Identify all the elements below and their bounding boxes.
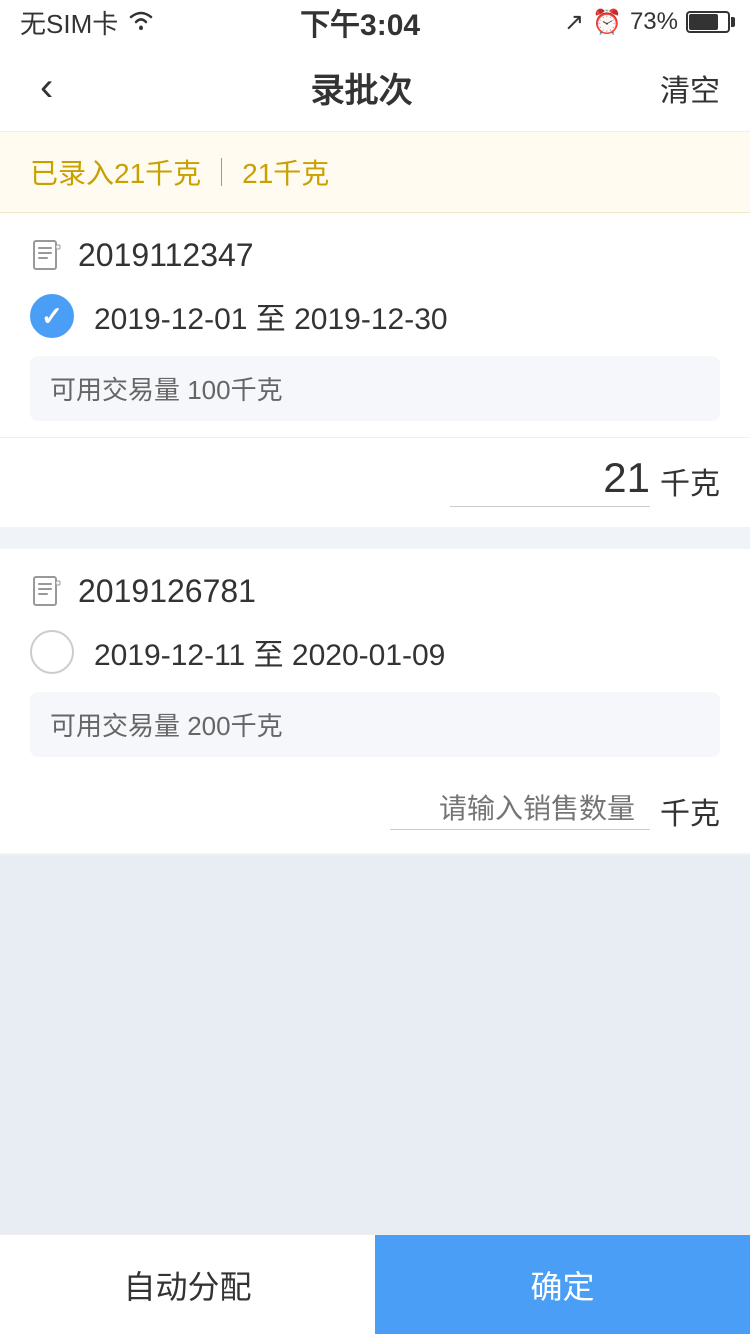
alarm-icon: ⏰ xyxy=(592,8,622,37)
quantity-row-1: 21 千克 xyxy=(0,437,750,527)
quantity-underline-1: 21 xyxy=(450,454,650,507)
quantity-input-underline-2 xyxy=(390,793,650,830)
quantity-unit-1: 千克 xyxy=(660,459,720,503)
input-quantity-row-2: 千克 xyxy=(0,773,750,853)
batch-date-1: 2019-12-01 至 2019-12-30 xyxy=(94,294,448,338)
separator-1 xyxy=(0,529,750,549)
page-title: 录批次 xyxy=(311,63,413,112)
batch-card-1: 2019112347 2019-12-01 至 2019-12-30 可用交易量… xyxy=(0,213,750,527)
summary-label: 已录入21千克 xyxy=(30,152,201,192)
nav-bar: ‹ 录批次 清空 xyxy=(0,44,750,132)
quantity-input-2[interactable] xyxy=(390,793,650,825)
batch-date-2: 2019-12-11 至 2020-01-09 xyxy=(94,630,445,674)
batch-radio-2[interactable] xyxy=(30,630,74,674)
confirm-button[interactable]: 确定 xyxy=(375,1235,750,1334)
auto-distribute-button[interactable]: 自动分配 xyxy=(0,1235,375,1334)
doc-icon-1 xyxy=(30,238,68,273)
battery-percent: 73% xyxy=(630,8,678,36)
batch-header-2: 2019126781 xyxy=(0,549,750,622)
quantity-value-1: 21 xyxy=(603,454,650,502)
summary-value: 21千克 xyxy=(242,152,329,192)
summary-divider xyxy=(221,158,222,186)
clear-button[interactable]: 清空 xyxy=(660,66,720,110)
summary-bar: 已录入21千克 21千克 xyxy=(0,132,750,213)
status-time: 下午3:04 xyxy=(300,0,420,44)
quantity-unit-2: 千克 xyxy=(660,789,720,833)
status-right: ↗ ⏰ 73% xyxy=(564,8,730,37)
wifi-icon xyxy=(126,7,156,38)
batch-card-2: 2019126781 2019-12-11 至 2020-01-09 可用交易量… xyxy=(0,549,750,853)
battery-icon xyxy=(686,11,730,33)
batch-row-2[interactable]: 2019-12-11 至 2020-01-09 xyxy=(0,622,750,682)
bottom-buttons: 自动分配 确定 xyxy=(0,1234,750,1334)
batch-avail-2: 可用交易量 200千克 xyxy=(30,692,720,757)
doc-icon-2 xyxy=(30,574,68,609)
batch-header-1: 2019112347 xyxy=(0,213,750,286)
location-icon: ↗ xyxy=(564,8,584,37)
batch-avail-1: 可用交易量 100千克 xyxy=(30,356,720,421)
status-left: 无SIM卡 xyxy=(20,4,156,41)
carrier-text: 无SIM卡 xyxy=(20,4,118,41)
batch-id-1: 2019112347 xyxy=(78,237,254,274)
back-button[interactable]: ‹ xyxy=(30,55,63,120)
gray-area xyxy=(0,855,750,1275)
batch-radio-1[interactable] xyxy=(30,294,74,338)
batch-id-2: 2019126781 xyxy=(78,573,256,610)
status-bar: 无SIM卡 下午3:04 ↗ ⏰ 73% xyxy=(0,0,750,44)
batch-row-1[interactable]: 2019-12-01 至 2019-12-30 xyxy=(0,286,750,346)
